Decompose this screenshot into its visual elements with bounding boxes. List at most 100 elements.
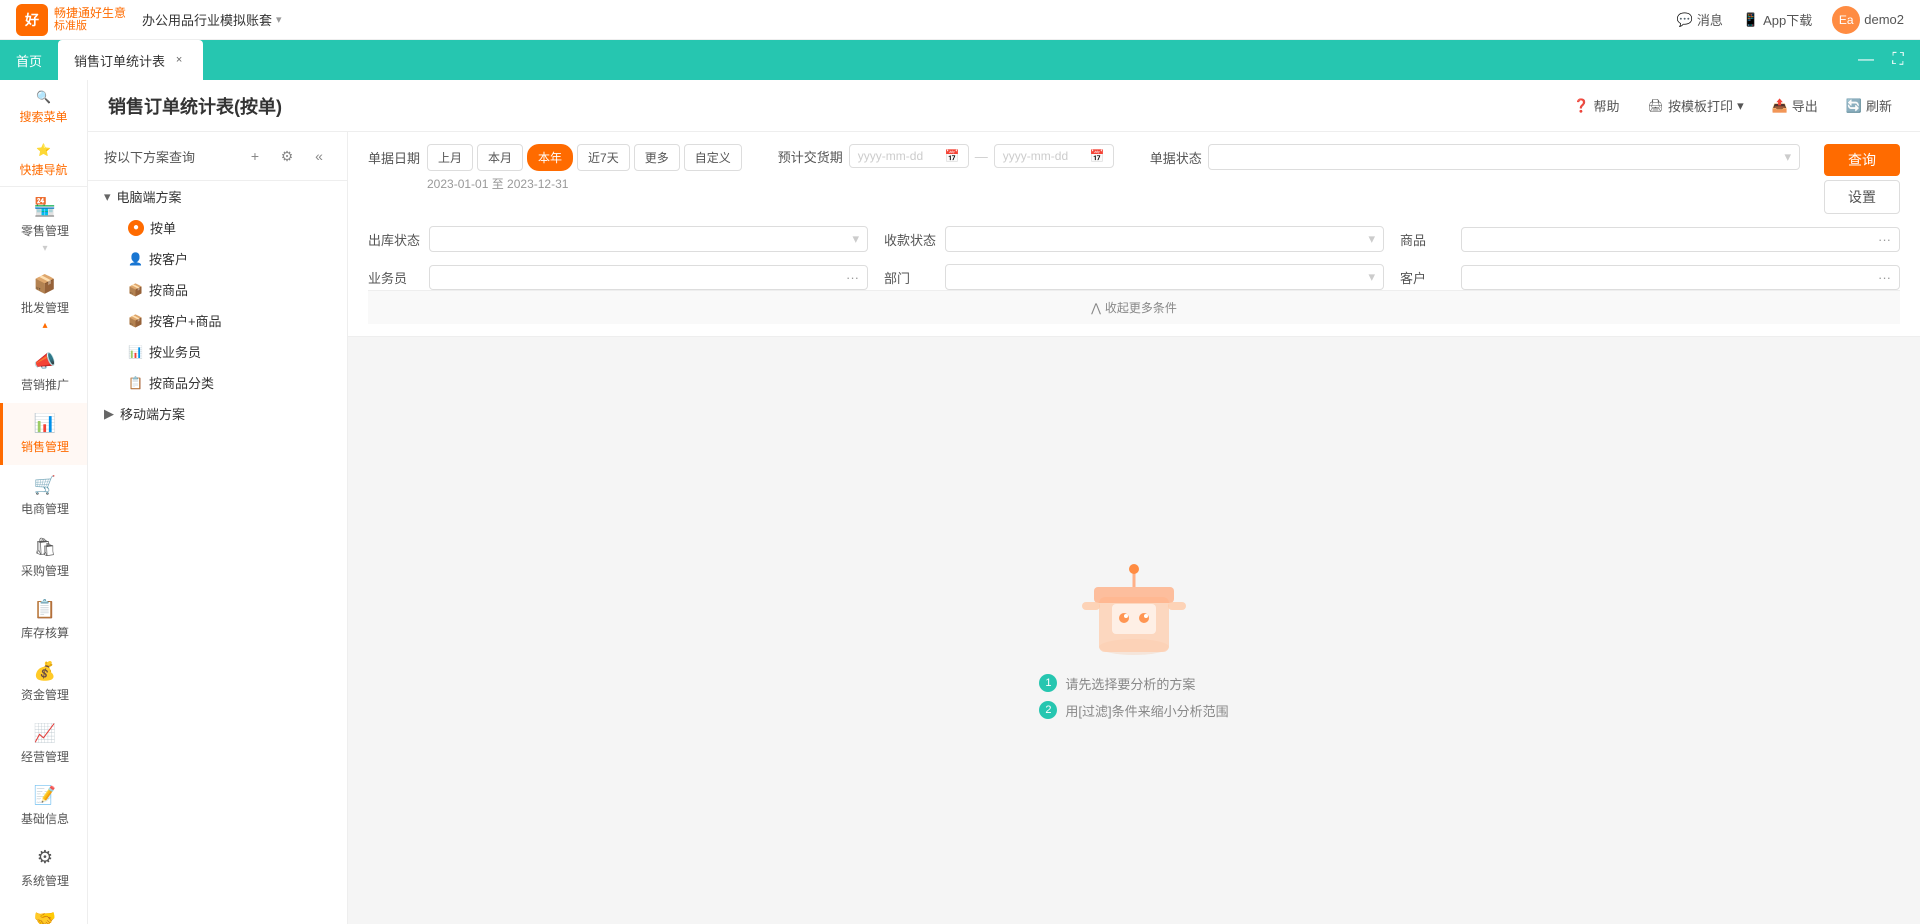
expected-date-start-input[interactable]: yyyy-mm-dd 📅 xyxy=(849,144,969,168)
tree-item-by-customer[interactable]: 👤 按客户 xyxy=(100,243,347,274)
main-layout: 🔍 搜索菜单 ⭐ 快捷导航 🏪 零售管理 ▾ 📦 批发管理 ▴ 📣 营销推广 📊… xyxy=(0,80,1920,924)
settings-button[interactable]: 设置 xyxy=(1824,180,1900,214)
tree-item-by-customer-product[interactable]: 📦 按客户+商品 xyxy=(100,305,347,336)
goods-select[interactable]: ··· xyxy=(1461,227,1900,252)
salesperson-label: 业务员 xyxy=(368,268,423,287)
message-icon: 💬 xyxy=(1677,12,1693,28)
sidebar-item-basic[interactable]: 📝 基础信息 xyxy=(0,775,87,837)
tab-sales-order-stats[interactable]: 销售订单统计表 × xyxy=(58,40,203,80)
date-range-display: 2023-01-01 至 2023-12-31 xyxy=(368,175,742,192)
payment-status-select[interactable]: ▾ xyxy=(945,226,1384,252)
date-btn-7days[interactable]: 近7天 xyxy=(577,144,630,171)
salesperson-more-icon[interactable]: ··· xyxy=(846,270,859,285)
tree-item-by-order[interactable]: ● 按单 xyxy=(100,212,347,243)
message-button[interactable]: 💬 消息 xyxy=(1677,10,1723,29)
retail-icon: 🏪 xyxy=(34,197,56,218)
by-salesperson-icon: 📊 xyxy=(128,345,143,359)
export-icon: 📤 xyxy=(1772,98,1788,114)
sidebar-item-finance[interactable]: 💰 资金管理 xyxy=(0,651,87,713)
query-button[interactable]: 查询 xyxy=(1824,144,1900,176)
salesperson-select[interactable]: ··· xyxy=(429,265,868,290)
sidebar-item-wholesale[interactable]: 📦 批发管理 ▴ xyxy=(0,264,87,341)
action-buttons: 查询 设置 xyxy=(1824,144,1900,214)
sidebar-item-purchase[interactable]: 🛍 采购管理 xyxy=(0,527,87,589)
step-1-num: 1 xyxy=(1039,674,1057,692)
expected-date-end-input[interactable]: yyyy-mm-dd 📅 xyxy=(994,144,1114,168)
filter-row-2: 出库状态 ▾ 收款状态 ▾ xyxy=(368,226,1900,252)
app-selector[interactable]: 办公用品行业模拟账套 ▾ xyxy=(134,6,290,33)
tree-section-pc[interactable]: ▾ 电脑端方案 xyxy=(88,181,347,212)
template-print-button[interactable]: 🖨 按模板打印 ▾ xyxy=(1640,92,1752,119)
date-btn-this-year[interactable]: 本年 xyxy=(527,144,573,171)
department-group: 部门 ▾ xyxy=(884,264,1384,290)
expected-date-group: 预计交货期 yyyy-mm-dd 📅 — yyyy-mm-dd 📅 xyxy=(778,144,1114,168)
tab-bar-actions: — ⛶ xyxy=(1852,46,1920,74)
nav-icon: ⭐ xyxy=(36,143,51,157)
basic-icon: 📝 xyxy=(34,785,56,806)
help-icon: ❓ xyxy=(1573,98,1589,114)
search-icon: 🔍 xyxy=(36,90,51,104)
sidebar-item-enterprise[interactable]: 🤝 企业协同 xyxy=(0,899,87,924)
sidebar-item-inventory[interactable]: 📋 库存核算 xyxy=(0,589,87,651)
sidebar-search[interactable]: 🔍 搜索菜单 xyxy=(0,80,87,135)
user-menu[interactable]: Ea demo2 xyxy=(1832,6,1904,34)
add-scheme-button[interactable]: + xyxy=(243,144,267,168)
date-btn-last-month[interactable]: 上月 xyxy=(427,144,473,171)
date-btn-this-month[interactable]: 本月 xyxy=(477,144,523,171)
tab-close-icon[interactable]: × xyxy=(171,52,187,68)
empty-steps: 1 请先选择要分析的方案 2 用[过滤]条件来缩小分析范围 xyxy=(1039,674,1228,720)
page-header: 销售订单统计表(按单) ❓ 帮助 🖨 按模板打印 ▾ 📤 导出 🔄 刷新 xyxy=(88,80,1920,132)
calendar-end-icon: 📅 xyxy=(1090,149,1105,163)
retail-expand-icon: ▾ xyxy=(42,243,47,254)
inventory-icon: 📋 xyxy=(34,599,56,620)
department-select[interactable]: ▾ xyxy=(945,264,1384,290)
system-icon: ⚙ xyxy=(37,847,53,868)
marketing-icon: 📣 xyxy=(34,351,56,372)
tab-home[interactable]: 首页 xyxy=(0,40,58,80)
logo-icon: 好 xyxy=(16,4,48,36)
payment-chevron-icon: ▾ xyxy=(1368,231,1375,247)
date-btn-custom[interactable]: 自定义 xyxy=(684,144,742,171)
content-area: 销售订单统计表(按单) ❓ 帮助 🖨 按模板打印 ▾ 📤 导出 🔄 刷新 xyxy=(88,80,1920,924)
app-download-button[interactable]: 📱 App下载 xyxy=(1743,10,1812,29)
sidebar-item-system[interactable]: ⚙ 系统管理 xyxy=(0,837,87,899)
left-panel-title: 按以下方案查询 xyxy=(104,147,195,166)
sidebar: 🔍 搜索菜单 ⭐ 快捷导航 🏪 零售管理 ▾ 📦 批发管理 ▴ 📣 营销推广 📊… xyxy=(0,80,88,924)
refresh-icon: 🔄 xyxy=(1846,98,1862,114)
by-category-icon: 📋 xyxy=(128,376,143,390)
goods-label: 商品 xyxy=(1400,230,1455,249)
tree-section-mobile[interactable]: ▶ 移动端方案 xyxy=(88,398,347,429)
step-2-num: 2 xyxy=(1039,701,1057,719)
left-panel-header: 按以下方案查询 + ⚙ « xyxy=(88,132,347,181)
tab-maximize-button[interactable]: ⛶ xyxy=(1884,46,1912,74)
sidebar-item-marketing[interactable]: 📣 营销推广 xyxy=(0,341,87,403)
app-selector-chevron-icon: ▾ xyxy=(276,13,282,26)
sidebar-item-retail[interactable]: 🏪 零售管理 ▾ xyxy=(0,187,87,264)
goods-more-icon[interactable]: ··· xyxy=(1878,232,1891,247)
status-group: 单据状态 ▾ xyxy=(1150,144,1800,170)
finance-icon: 💰 xyxy=(34,661,56,682)
refresh-button[interactable]: 🔄 刷新 xyxy=(1838,92,1900,119)
tree-item-by-category[interactable]: 📋 按商品分类 xyxy=(100,367,347,398)
export-button[interactable]: 📤 导出 xyxy=(1764,92,1826,119)
customer-select[interactable]: ··· xyxy=(1461,265,1900,290)
scheme-settings-button[interactable]: ⚙ xyxy=(275,144,299,168)
sidebar-nav-label[interactable]: ⭐ 快捷导航 xyxy=(0,135,87,187)
delivery-status-select[interactable]: ▾ xyxy=(429,226,868,252)
tab-minimize-button[interactable]: — xyxy=(1852,46,1880,74)
tree-item-by-salesperson[interactable]: 📊 按业务员 xyxy=(100,336,347,367)
tree-item-by-product[interactable]: 📦 按商品 xyxy=(100,274,347,305)
filter-row-3: 业务员 ··· 部门 ▾ xyxy=(368,264,1900,290)
status-select[interactable]: ▾ xyxy=(1208,144,1800,170)
collapse-more-conditions[interactable]: ⋀ 收起更多条件 xyxy=(368,290,1900,324)
main-body: 按以下方案查询 + ⚙ « ▾ 电脑端方案 ● 按单 xyxy=(88,132,1920,924)
department-label: 部门 xyxy=(884,268,939,287)
sidebar-item-ecommerce[interactable]: 🛒 电商管理 xyxy=(0,465,87,527)
collapse-panel-button[interactable]: « xyxy=(307,144,331,168)
date-btn-more[interactable]: 更多 xyxy=(634,144,680,171)
customer-more-icon[interactable]: ··· xyxy=(1878,270,1891,285)
sidebar-item-operations[interactable]: 📈 经营管理 xyxy=(0,713,87,775)
help-button[interactable]: ❓ 帮助 xyxy=(1565,92,1627,119)
sidebar-item-sales[interactable]: 📊 销售管理 xyxy=(0,403,87,465)
payment-status-label: 收款状态 xyxy=(884,230,939,249)
